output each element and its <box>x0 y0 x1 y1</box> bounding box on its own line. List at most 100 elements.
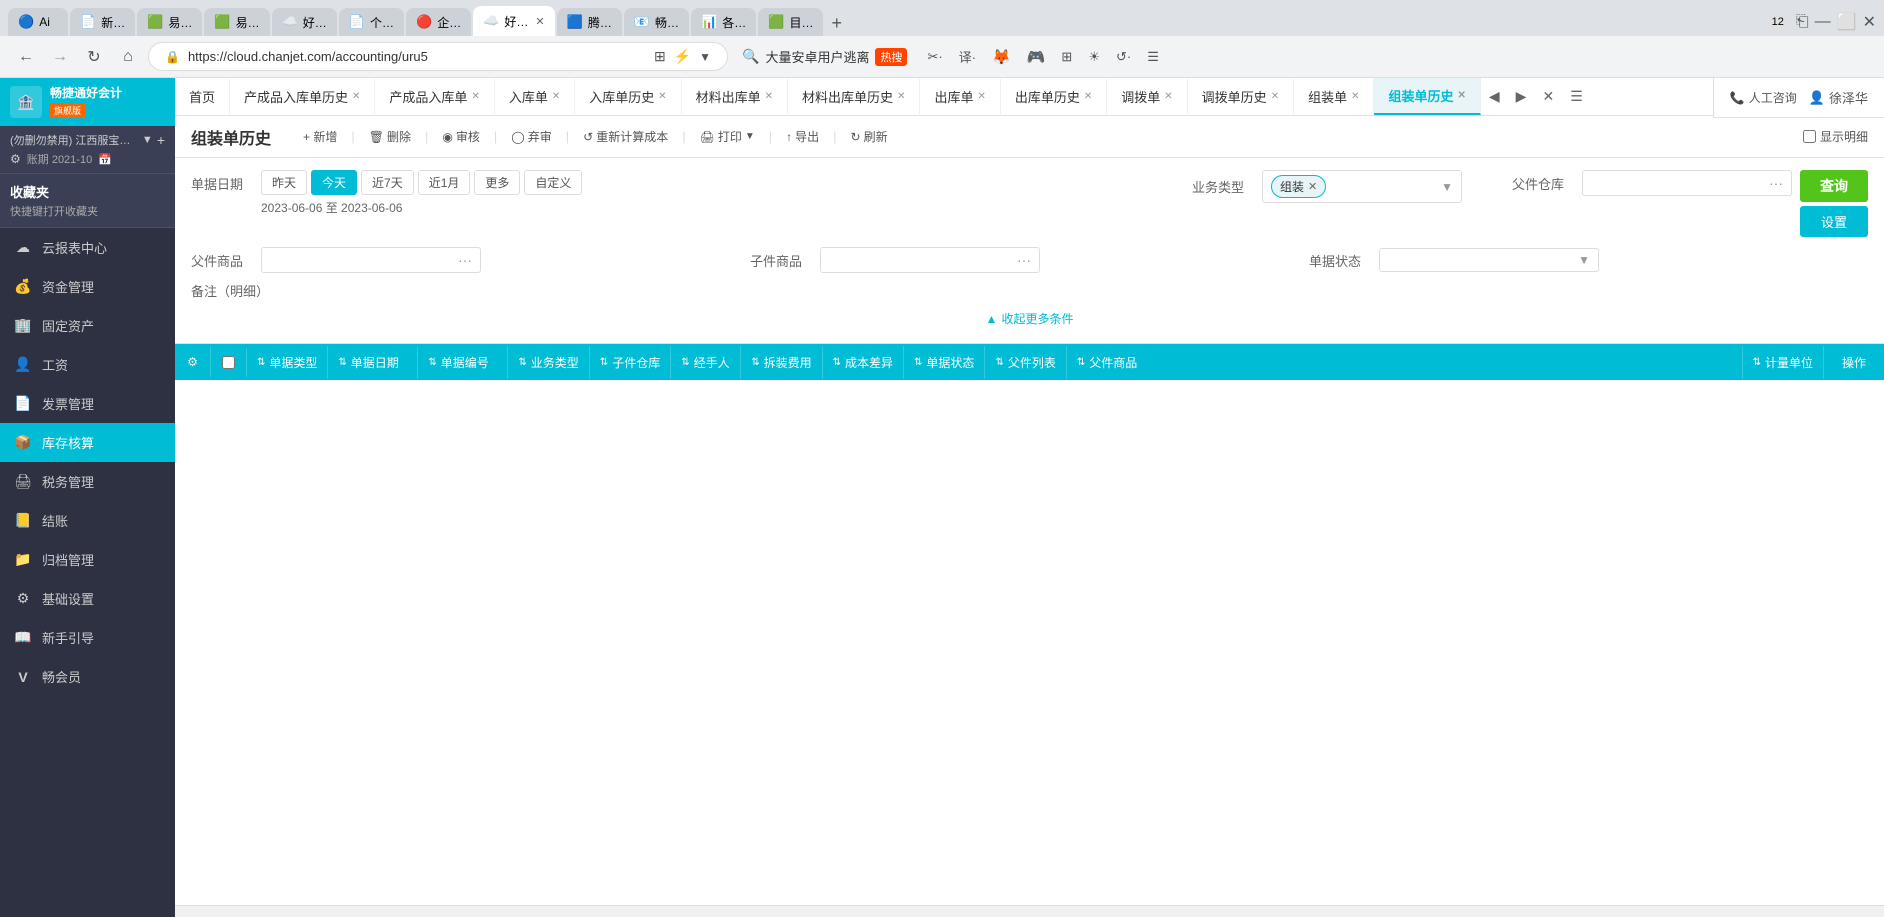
tag-close-icon[interactable]: ✕ <box>1308 180 1317 193</box>
sidebar-item-settlement[interactable]: 📒 结账 <box>0 501 175 540</box>
sidebar-item-tax[interactable]: 🖨 税务管理 <box>0 462 175 501</box>
col-bill-number[interactable]: ⇅ 单据编号 <box>418 346 508 379</box>
tab-close-9[interactable]: ✕ <box>1164 91 1172 102</box>
business-dropdown-icon[interactable]: ▼ <box>1441 180 1453 194</box>
parent-goods-more-icon[interactable]: ··· <box>458 252 472 268</box>
sidebar-item-archive[interactable]: 📁 归档管理 <box>0 540 175 579</box>
scrollbar-area[interactable] <box>175 905 1884 917</box>
nav-back-button[interactable]: ← <box>12 43 40 71</box>
col-parent-list[interactable]: ⇅ 父件列表 <box>985 346 1066 379</box>
sidebar-item-guide[interactable]: 📖 新手引导 <box>0 618 175 657</box>
date-btn-yesterday[interactable]: 昨天 <box>261 170 307 195</box>
business-type-filter[interactable]: 组装 ✕ ▼ <box>1262 170 1462 203</box>
menu-icon[interactable]: ☰ <box>1141 46 1165 68</box>
col-cost-diff[interactable]: ⇅ 成本差异 <box>823 346 904 379</box>
filter-settings-button[interactable]: 设置 <box>1800 206 1868 237</box>
tab-home[interactable]: 首页 <box>175 79 230 114</box>
child-goods-more-icon[interactable]: ··· <box>1017 252 1031 268</box>
nav-forward-button[interactable]: → <box>46 43 74 71</box>
tab-close-3[interactable]: ✕ <box>552 91 560 102</box>
col-bill-type[interactable]: ⇅ 单据类型 <box>247 346 328 379</box>
date-btn-1month[interactable]: 近1月 <box>418 170 471 195</box>
browser-tab-10[interactable]: 🟩 目… <box>758 8 823 36</box>
browser-tab-5[interactable]: 📄 个… <box>339 8 404 36</box>
tab-transfer[interactable]: 调拨单✕ <box>1107 79 1187 114</box>
company-dropdown-icon[interactable]: ▼ <box>142 134 153 146</box>
nav-home-button[interactable]: ⌂ <box>114 43 142 71</box>
tab-close-10[interactable]: ✕ <box>1271 91 1279 102</box>
date-btn-custom[interactable]: 自定义 <box>524 170 582 195</box>
browser-tab-8[interactable]: 📧 畅… <box>624 8 689 36</box>
table-settings-cell[interactable]: ⚙ <box>175 347 211 377</box>
col-handler[interactable]: ⇅ 经手人 <box>671 346 741 379</box>
browser-tab-7[interactable]: 🟦 腾… <box>557 8 622 36</box>
bill-status-dropdown-icon[interactable]: ▼ <box>1578 253 1590 267</box>
tab-material-outbound[interactable]: 材料出库单✕ <box>682 79 788 114</box>
game-icon[interactable]: 🎮 <box>1021 45 1052 69</box>
more-options-icon[interactable]: ··· <box>1769 175 1783 191</box>
calendar-icon[interactable]: 📅 <box>98 153 112 166</box>
tab-assembly-history-active[interactable]: 组装单历史✕ <box>1374 78 1480 115</box>
translate-icon[interactable]: 译· <box>953 44 982 69</box>
col-bill-date[interactable]: ⇅ 单据日期 <box>328 346 418 379</box>
consult-area[interactable]: 📞 人工咨询 <box>1730 89 1797 106</box>
tab-expand-left[interactable]: ◀ <box>1481 84 1508 109</box>
tab-close-all[interactable]: ✕ <box>1534 84 1562 109</box>
delete-button[interactable]: 🗑 删除 <box>361 124 419 149</box>
tab-assembly[interactable]: 组装单✕ <box>1294 79 1374 114</box>
audit-button[interactable]: ◉ 审核 <box>434 124 488 149</box>
tab-expand-right[interactable]: ▶ <box>1508 84 1535 109</box>
sidebar-item-inventory[interactable]: 📦 库存核算 <box>0 423 175 462</box>
print-button[interactable]: 🖨 打印 ▼ <box>692 124 763 149</box>
browser-tab-4[interactable]: ☁️ 好… <box>272 8 337 36</box>
undo-icon[interactable]: ↺· <box>1110 46 1137 68</box>
show-detail-checkbox[interactable] <box>1803 130 1816 143</box>
tab-close-4[interactable]: ✕ <box>658 91 666 102</box>
browser-tab-3[interactable]: 🟩 易… <box>204 8 269 36</box>
parent-warehouse-filter[interactable]: ··· <box>1582 170 1792 196</box>
browser-tab-1[interactable]: 📄 新… <box>70 8 135 36</box>
tab-close-8[interactable]: ✕ <box>1084 91 1092 102</box>
tab-close-2[interactable]: ✕ <box>471 91 479 102</box>
child-goods-filter[interactable]: ··· <box>820 247 1040 273</box>
tab-transfer-history[interactable]: 调拨单历史✕ <box>1188 79 1294 114</box>
col-child-warehouse[interactable]: ⇅ 子件仓库 <box>590 346 671 379</box>
col-bill-status[interactable]: ⇅ 单据状态 <box>904 346 985 379</box>
browser-tab-2[interactable]: 🟩 易… <box>137 8 202 36</box>
company-add-icon[interactable]: + <box>157 132 165 148</box>
add-button[interactable]: + 新增 <box>295 124 345 149</box>
tab-product-inbound[interactable]: 产成品入库单✕ <box>375 79 494 114</box>
emoji-icon[interactable]: 🦊 <box>986 45 1017 69</box>
sidebar-item-invoice[interactable]: 📄 发票管理 <box>0 384 175 423</box>
col-disassembly-fee[interactable]: ⇅ 拆装费用 <box>741 346 822 379</box>
tab-close-active-assembly[interactable]: ✕ <box>1458 90 1466 101</box>
sidebar-item-fixed-assets[interactable]: 🏢 固定资产 <box>0 306 175 345</box>
collapse-button[interactable]: ▲ 收起更多条件 <box>986 310 1074 327</box>
table-checkbox-cell[interactable] <box>211 348 247 377</box>
tab-menu[interactable]: ☰ <box>1562 84 1591 109</box>
date-btn-more[interactable]: 更多 <box>474 170 520 195</box>
sidebar-item-cloud-reports[interactable]: ☁ 云报表中心 <box>0 228 175 267</box>
browser-tab-9[interactable]: 📊 各… <box>691 8 756 36</box>
tab-close-5[interactable]: ✕ <box>765 91 773 102</box>
sidebar-item-member[interactable]: V 畅会员 <box>0 657 175 696</box>
tab-outbound[interactable]: 出库单✕ <box>920 79 1000 114</box>
col-business-type[interactable]: ⇅ 业务类型 <box>508 346 589 379</box>
new-tab-button[interactable]: + <box>825 13 848 34</box>
bill-status-filter[interactable]: ▼ <box>1379 248 1599 272</box>
browser-tab-active[interactable]: ☁️ 好… ✕ <box>473 6 554 36</box>
abandon-button[interactable]: ◯ 弃审 <box>503 124 559 149</box>
tab-close-6[interactable]: ✕ <box>897 91 905 102</box>
nav-refresh-button[interactable]: ↻ <box>80 43 108 71</box>
scissors-icon[interactable]: ✂· <box>921 46 948 68</box>
tab-material-outbound-history[interactable]: 材料出库单历史✕ <box>788 79 920 114</box>
tab-close-active[interactable]: ✕ <box>535 15 544 28</box>
settings-icon-sidebar[interactable]: ⚙ <box>10 152 21 166</box>
select-all-checkbox[interactable] <box>222 356 235 369</box>
query-button[interactable]: 查询 <box>1800 170 1868 202</box>
address-bar[interactable]: 🔒 https://cloud.chanjet.com/accounting/u… <box>148 42 728 71</box>
date-btn-today[interactable]: 今天 <box>311 170 357 195</box>
sun-icon[interactable]: ☀ <box>1082 46 1106 68</box>
col-parent-goods[interactable]: ⇅ 父件商品 <box>1067 346 1743 379</box>
tab-inbound-history[interactable]: 入库单历史✕ <box>575 79 681 114</box>
